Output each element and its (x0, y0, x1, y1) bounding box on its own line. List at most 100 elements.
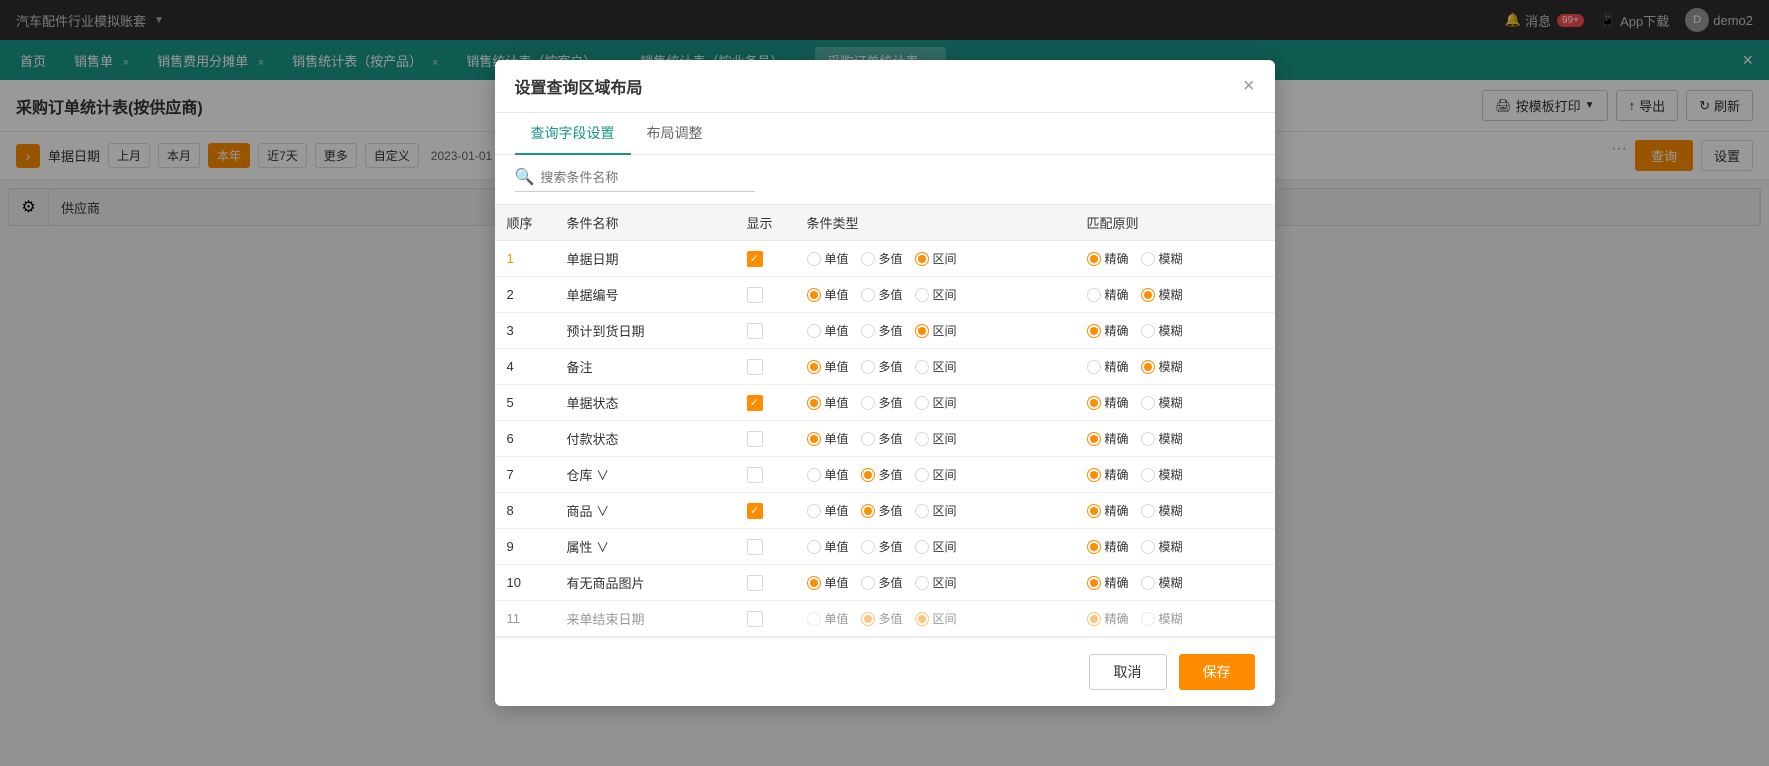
radio-dot-fuzzy (1141, 612, 1155, 626)
type-single-radio[interactable]: 单值 (807, 466, 849, 483)
match-exact-radio[interactable]: 精确 (1087, 502, 1129, 519)
match-exact-radio[interactable]: 精确 (1087, 286, 1129, 303)
type-range-radio[interactable]: 区间 (915, 286, 957, 303)
type-range-radio[interactable]: 区间 (915, 322, 957, 339)
type-multi-radio[interactable]: 多值 (861, 394, 903, 411)
row-display-cell[interactable] (735, 457, 795, 493)
match-fuzzy-radio[interactable]: 模糊 (1141, 574, 1183, 591)
row-match-cell: 精确 模糊 (1075, 349, 1275, 385)
match-exact-radio[interactable]: 精确 (1087, 610, 1129, 627)
display-checkbox[interactable] (747, 395, 763, 411)
type-radio-group: 单值 多值 区间 (807, 250, 1063, 267)
type-range-radio[interactable]: 区间 (915, 502, 957, 519)
match-exact-radio[interactable]: 精确 (1087, 430, 1129, 447)
radio-dot-exact (1087, 324, 1101, 338)
display-checkbox[interactable] (747, 359, 763, 375)
display-checkbox[interactable] (747, 431, 763, 447)
type-multi-radio[interactable]: 多值 (861, 610, 903, 627)
dialog-close-button[interactable]: × (1243, 76, 1255, 96)
display-checkbox[interactable] (747, 611, 763, 627)
type-single-radio[interactable]: 单值 (807, 250, 849, 267)
type-range-radio[interactable]: 区间 (915, 466, 957, 483)
radio-dot-range (915, 252, 929, 266)
type-single-radio[interactable]: 单值 (807, 430, 849, 447)
display-checkbox[interactable] (747, 323, 763, 339)
search-icon: 🔍 (515, 167, 535, 187)
type-multi-radio[interactable]: 多值 (861, 502, 903, 519)
display-checkbox[interactable] (747, 575, 763, 591)
tab-layout-adjust[interactable]: 布局调整 (631, 113, 719, 155)
type-single-radio[interactable]: 单值 (807, 358, 849, 375)
row-type-cell: 单值 多值 区间 (795, 601, 1075, 637)
type-multi-radio[interactable]: 多值 (861, 286, 903, 303)
radio-dot-multi (861, 540, 875, 554)
type-multi-radio[interactable]: 多值 (861, 322, 903, 339)
match-fuzzy-radio[interactable]: 模糊 (1141, 286, 1183, 303)
row-display-cell[interactable] (735, 349, 795, 385)
match-fuzzy-radio[interactable]: 模糊 (1141, 322, 1183, 339)
match-exact-radio[interactable]: 精确 (1087, 250, 1129, 267)
display-checkbox[interactable] (747, 539, 763, 555)
type-single-radio[interactable]: 单值 (807, 502, 849, 519)
type-range-radio[interactable]: 区间 (915, 430, 957, 447)
row-display-cell[interactable] (735, 565, 795, 601)
type-single-radio[interactable]: 单值 (807, 538, 849, 555)
radio-dot-range (915, 468, 929, 482)
row-display-cell[interactable] (735, 601, 795, 637)
row-display-cell[interactable] (735, 493, 795, 529)
radio-dot-fuzzy (1141, 252, 1155, 266)
type-single-radio[interactable]: 单值 (807, 394, 849, 411)
type-multi-radio[interactable]: 多值 (861, 466, 903, 483)
type-multi-radio[interactable]: 多值 (861, 538, 903, 555)
display-checkbox[interactable] (747, 251, 763, 267)
type-range-radio[interactable]: 区间 (915, 610, 957, 627)
type-range-radio[interactable]: 区间 (915, 394, 957, 411)
match-exact-radio[interactable]: 精确 (1087, 466, 1129, 483)
match-exact-radio[interactable]: 精确 (1087, 574, 1129, 591)
radio-dot-single (807, 288, 821, 302)
type-single-radio[interactable]: 单值 (807, 574, 849, 591)
match-fuzzy-radio[interactable]: 模糊 (1141, 610, 1183, 627)
row-display-cell[interactable] (735, 385, 795, 421)
type-range-radio[interactable]: 区间 (915, 250, 957, 267)
search-input[interactable] (540, 170, 740, 185)
radio-dot-single (807, 468, 821, 482)
tab-query-fields[interactable]: 查询字段设置 (515, 113, 631, 155)
match-fuzzy-radio[interactable]: 模糊 (1141, 358, 1183, 375)
row-display-cell[interactable] (735, 277, 795, 313)
display-checkbox[interactable] (747, 287, 763, 303)
match-fuzzy-radio[interactable]: 模糊 (1141, 538, 1183, 555)
type-range-radio[interactable]: 区间 (915, 358, 957, 375)
display-checkbox[interactable] (747, 467, 763, 483)
type-multi-radio[interactable]: 多值 (861, 250, 903, 267)
type-multi-radio[interactable]: 多值 (861, 430, 903, 447)
type-single-radio[interactable]: 单值 (807, 610, 849, 627)
type-multi-radio[interactable]: 多值 (861, 358, 903, 375)
match-fuzzy-radio[interactable]: 模糊 (1141, 502, 1183, 519)
match-exact-radio[interactable]: 精确 (1087, 358, 1129, 375)
table-row: 2 单据编号 单值 多值 区间 精确 (495, 277, 1275, 313)
type-single-radio[interactable]: 单值 (807, 322, 849, 339)
save-button[interactable]: 保存 (1179, 654, 1255, 690)
type-range-radio[interactable]: 区间 (915, 538, 957, 555)
match-fuzzy-radio[interactable]: 模糊 (1141, 430, 1183, 447)
match-exact-radio[interactable]: 精确 (1087, 394, 1129, 411)
radio-dot-exact (1087, 576, 1101, 590)
settings-dialog: 设置查询区域布局 × 查询字段设置 布局调整 🔍 顺序 条件名称 显示 (495, 60, 1275, 706)
row-display-cell[interactable] (735, 313, 795, 349)
row-display-cell[interactable] (735, 421, 795, 457)
match-fuzzy-radio[interactable]: 模糊 (1141, 394, 1183, 411)
type-multi-radio[interactable]: 多值 (861, 574, 903, 591)
type-range-radio[interactable]: 区间 (915, 574, 957, 591)
radio-dot-fuzzy (1141, 432, 1155, 446)
display-checkbox[interactable] (747, 503, 763, 519)
type-single-radio[interactable]: 单值 (807, 286, 849, 303)
match-fuzzy-radio[interactable]: 模糊 (1141, 466, 1183, 483)
row-display-cell[interactable] (735, 529, 795, 565)
cancel-button[interactable]: 取消 (1089, 654, 1167, 690)
match-fuzzy-radio[interactable]: 模糊 (1141, 250, 1183, 267)
match-exact-radio[interactable]: 精确 (1087, 322, 1129, 339)
match-exact-radio[interactable]: 精确 (1087, 538, 1129, 555)
row-type-cell: 单值 多值 区间 (795, 565, 1075, 601)
row-display-cell[interactable] (735, 241, 795, 277)
